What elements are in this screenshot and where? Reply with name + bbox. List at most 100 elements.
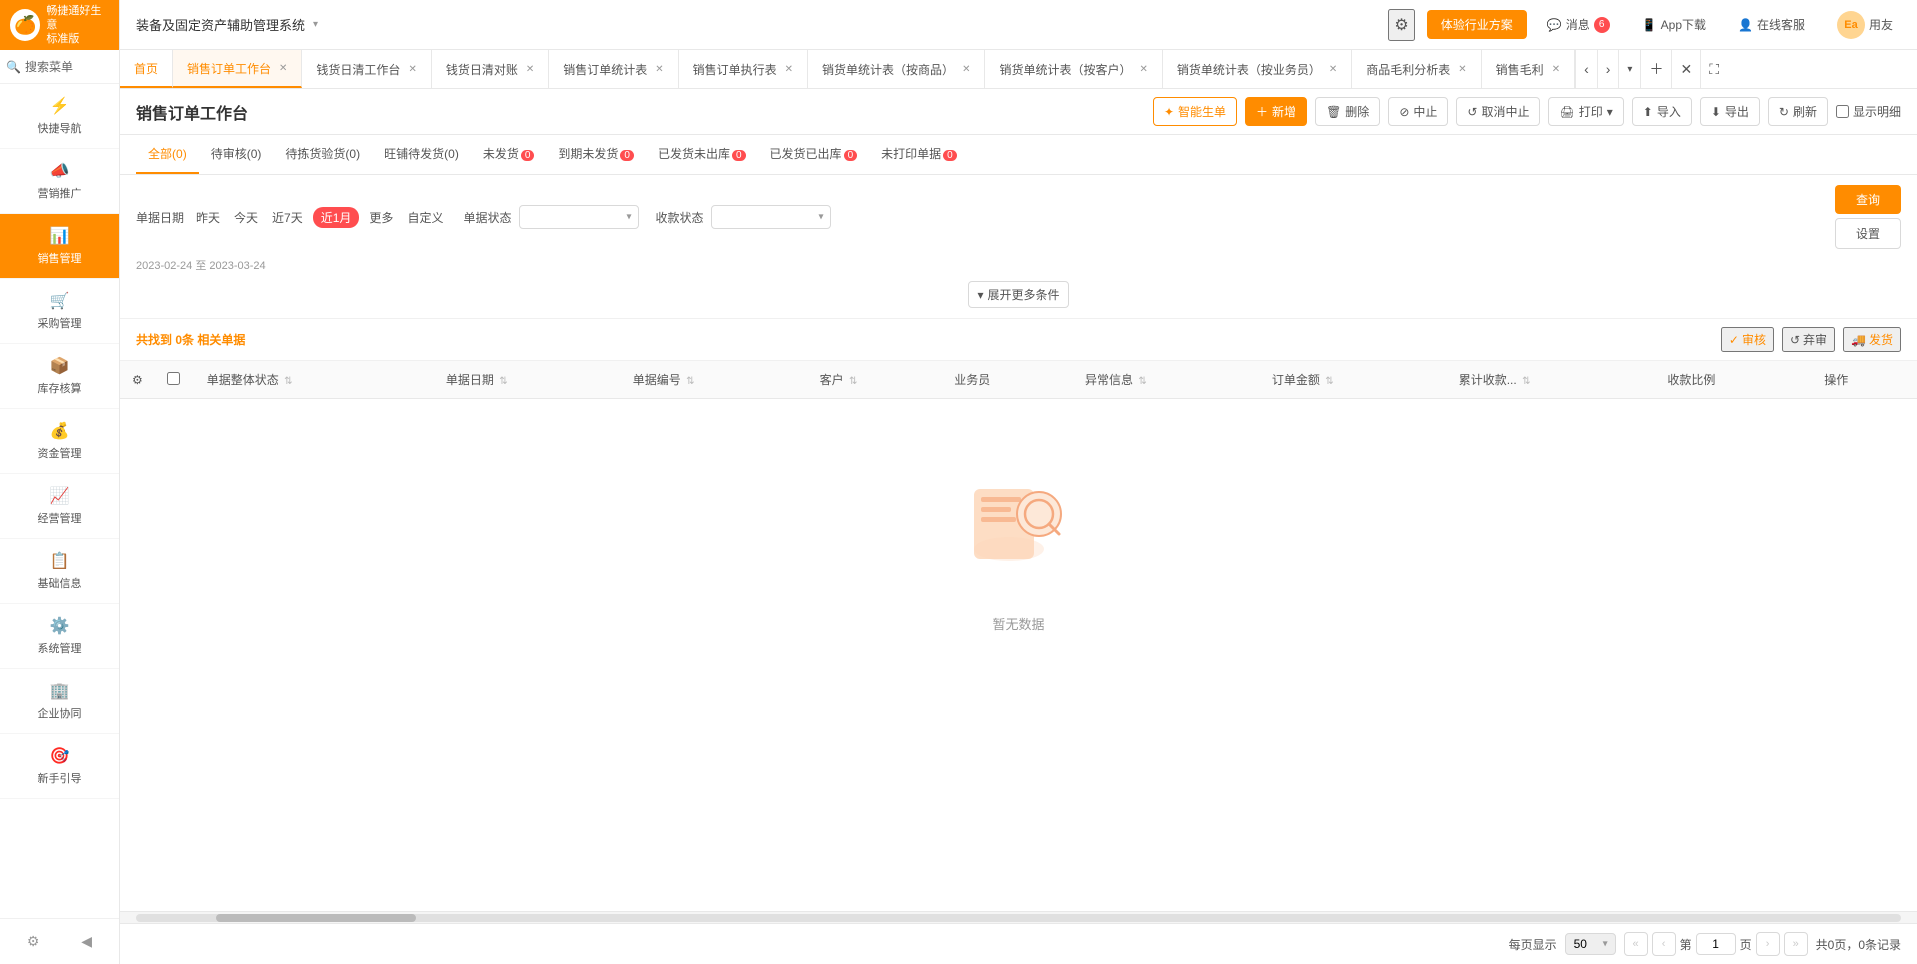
tab-close-sales-workbench[interactable]: ✕ [279, 63, 287, 74]
sidebar-item-sales[interactable]: 📊 销售管理 [0, 214, 119, 279]
filter-tab-shipped-no-out[interactable]: 已发货未出库0 [646, 135, 758, 174]
page-prev-btn[interactable]: ‹ [1652, 932, 1676, 956]
show-detail-label[interactable]: 显示明细 [1836, 103, 1901, 120]
tab-cash-account[interactable]: 钱货日清对账 ✕ [432, 50, 549, 88]
page-first-btn[interactable]: « [1624, 932, 1648, 956]
app-download-btn[interactable]: 📱 App下载 [1634, 12, 1714, 37]
set-btn[interactable]: 设置 [1835, 218, 1901, 249]
settings-btn[interactable]: ⚙ [1388, 9, 1414, 41]
th-collected[interactable]: 累计收款... ⇅ [1447, 361, 1656, 399]
filter-tab-shipped-out[interactable]: 已发货已出库0 [758, 135, 870, 174]
tab-close-gross-profit[interactable]: ✕ [1458, 64, 1466, 75]
tab-close-sales-profit[interactable]: ✕ [1552, 64, 1560, 75]
smart-create-btn[interactable]: ✦ 智能生单 [1153, 97, 1237, 126]
print-btn[interactable]: 🖨 打印 ▾ [1548, 97, 1623, 126]
sidebar-item-finance[interactable]: 💰 资金管理 [0, 409, 119, 474]
tab-close-sales-customer[interactable]: ✕ [1139, 64, 1147, 75]
filter-tab-not-shipped[interactable]: 未发货0 [471, 135, 547, 174]
tab-sales-customer[interactable]: 销货单统计表（按客户） ✕ [985, 50, 1162, 88]
sidebar-collapse-btn[interactable]: ◀ [77, 929, 96, 954]
th-staff[interactable]: 业务员 [942, 361, 1073, 399]
approve-btn[interactable]: ✓ 审核 [1721, 327, 1774, 352]
tab-cash-daily[interactable]: 钱货日清工作台 ✕ [302, 50, 431, 88]
date-opt-today[interactable]: 今天 [230, 207, 262, 228]
page-next-btn[interactable]: › [1756, 932, 1780, 956]
tab-sales-stats[interactable]: 销售订单统计表 ✕ [549, 50, 678, 88]
th-abnormal[interactable]: 异常信息 ⇅ [1073, 361, 1260, 399]
expand-btn[interactable]: ▾ 展开更多条件 [968, 281, 1068, 308]
tab-close-cash-account[interactable]: ✕ [526, 64, 534, 75]
date-opt-more[interactable]: 更多 [365, 207, 397, 228]
sidebar-settings-btn[interactable]: ⚙ [23, 929, 44, 954]
sidebar-item-purchase[interactable]: 🛒 采购管理 [0, 279, 119, 344]
th-settings[interactable]: ⚙ [120, 361, 155, 399]
query-btn[interactable]: 查询 [1835, 185, 1901, 214]
sidebar-item-system[interactable]: ⚙️ 系统管理 [0, 604, 119, 669]
th-checkbox[interactable] [155, 361, 195, 399]
page-input[interactable] [1696, 933, 1736, 955]
sidebar-item-basic[interactable]: 📋 基础信息 [0, 539, 119, 604]
tab-close-sales-product[interactable]: ✕ [962, 64, 970, 75]
sidebar-item-guide[interactable]: 🎯 新手引导 [0, 734, 119, 799]
sidebar-item-company[interactable]: 🏢 企业协同 [0, 669, 119, 734]
page-size-select[interactable]: 50 20 100 [1565, 933, 1616, 955]
tab-sales-product[interactable]: 销货单统计表（按商品） ✕ [808, 50, 985, 88]
th-customer[interactable]: 客户 ⇅ [808, 361, 943, 399]
tab-sales-exec[interactable]: 销售订单执行表 ✕ [679, 50, 808, 88]
import-btn[interactable]: ⬆ 导入 [1632, 97, 1692, 126]
tab-sales-staff[interactable]: 销货单统计表（按业务员） ✕ [1163, 50, 1352, 88]
th-amount[interactable]: 订单金额 ⇅ [1260, 361, 1447, 399]
th-status[interactable]: 单据整体状态 ⇅ [195, 361, 434, 399]
th-date[interactable]: 单据日期 ⇅ [434, 361, 621, 399]
online-service-btn[interactable]: 👤 在线客服 [1730, 12, 1813, 37]
add-btn[interactable]: ＋ 新增 [1245, 97, 1307, 126]
system-dropdown-icon[interactable]: ▾ [313, 19, 318, 30]
tab-sales-workbench[interactable]: 销售订单工作台 ✕ [173, 50, 302, 88]
page-last-btn[interactable]: » [1784, 932, 1808, 956]
sidebar-item-inventory[interactable]: 📦 库存核算 [0, 344, 119, 409]
tab-close-cash-daily[interactable]: ✕ [408, 64, 416, 75]
delete-btn[interactable]: 🗑 删除 [1315, 97, 1380, 126]
tab-new-btn[interactable]: ＋ [1640, 50, 1671, 88]
scrollbar-thumb[interactable] [216, 914, 416, 922]
status-select[interactable] [519, 205, 639, 229]
tab-close-sales-staff[interactable]: ✕ [1329, 64, 1337, 75]
sidebar-item-marketing[interactable]: 📣 营销推广 [0, 149, 119, 214]
date-opt-1month[interactable]: 近1月 [313, 207, 360, 228]
unapprove-btn[interactable]: ↺ 弃审 [1782, 327, 1835, 352]
ship-btn[interactable]: 🚚 发货 [1843, 327, 1901, 352]
stop-btn[interactable]: ⊘ 中止 [1388, 97, 1448, 126]
date-opt-yesterday[interactable]: 昨天 [192, 207, 224, 228]
th-number[interactable]: 单据编号 ⇅ [621, 361, 808, 399]
tab-close-sales-exec[interactable]: ✕ [785, 64, 793, 75]
filter-tab-pending[interactable]: 待审核(0) [199, 135, 274, 174]
tab-prev-btn[interactable]: ‹ [1575, 50, 1597, 88]
tab-more-btn[interactable]: ▾ [1618, 50, 1640, 88]
sidebar-item-quick-nav[interactable]: ⚡ 快捷导航 [0, 84, 119, 149]
payment-select[interactable] [711, 205, 831, 229]
cancel-stop-btn[interactable]: ↺ 取消中止 [1456, 97, 1540, 126]
filter-tab-wangpu-ship[interactable]: 旺铺待发货(0) [372, 135, 471, 174]
filter-tab-pending-inspect[interactable]: 待拣货验货(0) [273, 135, 372, 174]
tab-gross-profit[interactable]: 商品毛利分析表 ✕ [1352, 50, 1481, 88]
tab-close-all-btn[interactable]: ✕ [1671, 50, 1700, 88]
filter-tab-not-printed[interactable]: 未打印单据0 [869, 135, 969, 174]
tab-sales-profit[interactable]: 销售毛利 ✕ [1482, 50, 1575, 88]
tab-fullscreen-btn[interactable]: ⛶ [1700, 50, 1727, 88]
show-detail-checkbox[interactable] [1836, 105, 1849, 118]
filter-tab-expired-ship[interactable]: 到期未发货0 [546, 135, 646, 174]
date-opt-custom[interactable]: 自定义 [403, 207, 447, 228]
tab-close-sales-stats[interactable]: ✕ [655, 64, 663, 75]
tab-next-btn[interactable]: › [1597, 50, 1619, 88]
date-opt-7days[interactable]: 近7天 [268, 207, 307, 228]
refresh-btn[interactable]: ↻ 刷新 [1768, 97, 1828, 126]
select-all-checkbox[interactable] [167, 372, 180, 385]
search-menu[interactable]: 🔍 搜索菜单 [0, 50, 119, 84]
filter-tab-all[interactable]: 全部(0) [136, 135, 199, 174]
sidebar-item-operations[interactable]: 📈 经营管理 [0, 474, 119, 539]
tab-home[interactable]: 首页 [120, 50, 173, 88]
user-btn[interactable]: Ea 用友 [1829, 7, 1901, 43]
experience-btn[interactable]: 体验行业方案 [1427, 10, 1527, 39]
export-btn[interactable]: ⬇ 导出 [1700, 97, 1760, 126]
message-btn[interactable]: 💬 消息 6 [1539, 12, 1618, 37]
